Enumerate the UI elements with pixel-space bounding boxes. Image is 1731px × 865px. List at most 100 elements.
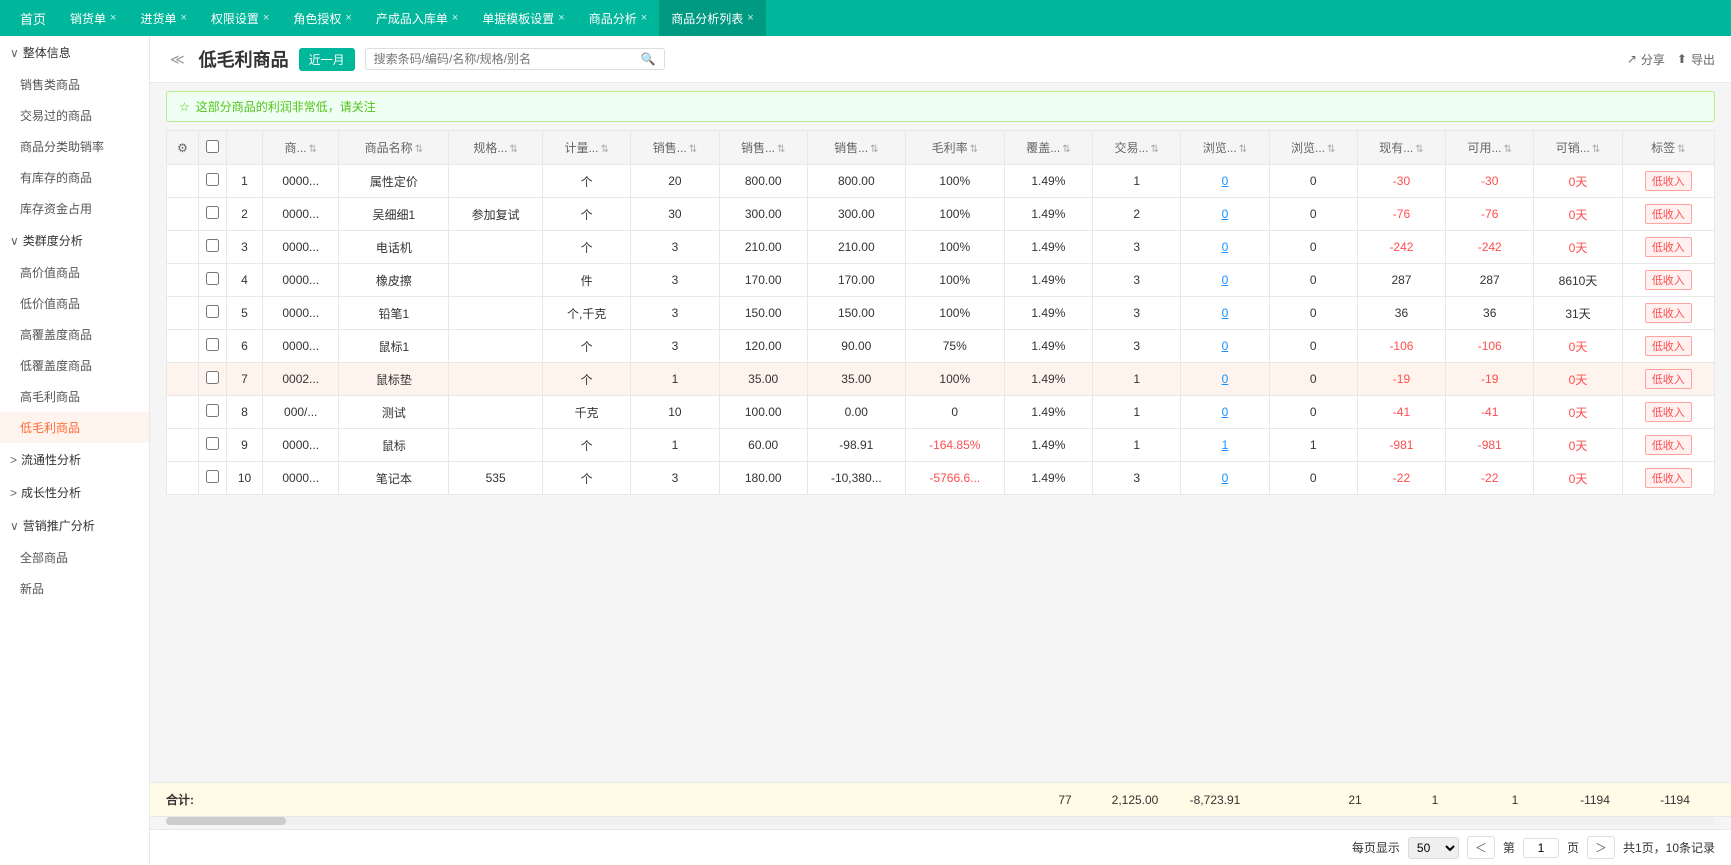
col-spec[interactable]: 规格...⇅ (449, 131, 543, 165)
sidebar-item-low-coverage[interactable]: 低覆盖度商品 (0, 350, 149, 381)
settings-icon[interactable]: ⚙ (177, 141, 188, 155)
prev-page-btn[interactable]: ＜ (1467, 836, 1495, 859)
row-checkbox-cell[interactable] (199, 165, 227, 198)
nav-goods-list-close[interactable]: × (747, 12, 753, 24)
sidebar-item-category-rate[interactable]: 商品分类助销率 (0, 131, 149, 162)
sidebar-item-all-goods[interactable]: 全部商品 (0, 542, 149, 573)
nav-template[interactable]: 单据模板设置 × (470, 0, 576, 36)
col-settings[interactable]: ⚙ (167, 131, 199, 165)
search-icon[interactable]: 🔍 (641, 52, 656, 66)
sidebar-item-high-coverage[interactable]: 高覆盖度商品 (0, 319, 149, 350)
row-checkbox-cell[interactable] (199, 231, 227, 264)
col-sales-amount[interactable]: 销售...⇅ (807, 131, 905, 165)
share-btn[interactable]: ↗ 分享 (1627, 51, 1665, 68)
sidebar-item-stock-capital[interactable]: 库存资金占用 (0, 193, 149, 224)
nav-goods-list[interactable]: 商品分析列表 × (659, 0, 765, 36)
col-tag[interactable]: 标签⇅ (1622, 131, 1714, 165)
row-browse1[interactable]: 0 (1181, 363, 1269, 396)
row-checkbox-cell[interactable] (199, 396, 227, 429)
col-current[interactable]: 现有...⇅ (1357, 131, 1445, 165)
export-btn[interactable]: ⬆ 导出 (1677, 51, 1715, 68)
row-checkbox[interactable] (206, 470, 219, 483)
footer-trans: 21 (1315, 793, 1395, 807)
row-tag: 低收入 (1622, 198, 1714, 231)
search-input[interactable] (374, 52, 637, 66)
horizontal-scrollbar[interactable] (166, 817, 1715, 825)
collapse-sidebar-btn[interactable]: ≪ (166, 49, 189, 70)
sidebar-item-high-value[interactable]: 高价值商品 (0, 257, 149, 288)
col-sales-qty[interactable]: 销售...⇅ (631, 131, 719, 165)
time-filter-btn[interactable]: 近一月 (299, 48, 355, 71)
row-browse1[interactable]: 0 (1181, 165, 1269, 198)
nav-sales-close[interactable]: × (110, 12, 116, 24)
nav-goods-close[interactable]: × (641, 12, 647, 24)
row-browse1[interactable]: 0 (1181, 330, 1269, 363)
row-browse1[interactable]: 0 (1181, 462, 1269, 495)
row-checkbox-cell[interactable] (199, 198, 227, 231)
row-coverage: 1.49% (1004, 330, 1092, 363)
col-trans[interactable]: 交易...⇅ (1093, 131, 1181, 165)
row-checkbox[interactable] (206, 404, 219, 417)
sidebar-item-traded-goods[interactable]: 交易过的商品 (0, 100, 149, 131)
sidebar-group-marketing[interactable]: ∨ 营销推广分析 (0, 509, 149, 542)
row-checkbox[interactable] (206, 206, 219, 219)
nav-home[interactable]: 首页 (8, 0, 58, 36)
sidebar-item-new-goods[interactable]: 新品 (0, 573, 149, 604)
col-saleable[interactable]: 可销...⇅ (1534, 131, 1622, 165)
row-browse1[interactable]: 0 (1181, 198, 1269, 231)
col-browse2[interactable]: 浏览...⇅ (1269, 131, 1357, 165)
row-checkbox-cell[interactable] (199, 330, 227, 363)
sidebar-group-overall[interactable]: ∨ 整体信息 (0, 36, 149, 69)
col-coverage[interactable]: 覆盖...⇅ (1004, 131, 1092, 165)
nav-goods-analysis[interactable]: 商品分析 × (577, 0, 659, 36)
sidebar-item-sales-goods[interactable]: 销售类商品 (0, 69, 149, 100)
page-input[interactable] (1523, 838, 1559, 858)
nav-purchase-close[interactable]: × (180, 12, 186, 24)
row-checkbox[interactable] (206, 437, 219, 450)
col-sales-price[interactable]: 销售...⇅ (719, 131, 807, 165)
select-all-checkbox[interactable] (206, 140, 219, 153)
row-checkbox-cell[interactable] (199, 264, 227, 297)
row-checkbox[interactable] (206, 371, 219, 384)
per-page-select[interactable]: 50 100 (1408, 837, 1459, 859)
nav-permission[interactable]: 权限设置 × (199, 0, 281, 36)
row-checkbox[interactable] (206, 173, 219, 186)
nav-product-in[interactable]: 产成品入库单 × (364, 0, 470, 36)
col-unit[interactable]: 计量...⇅ (543, 131, 631, 165)
sidebar-group-flow[interactable]: > 流通性分析 (0, 443, 149, 476)
row-sales-price: 180.00 (719, 462, 807, 495)
row-checkbox-cell[interactable] (199, 297, 227, 330)
sidebar-item-high-profit[interactable]: 高毛利商品 (0, 381, 149, 412)
nav-product-in-close[interactable]: × (452, 12, 458, 24)
table-body: 1 0000... 属性定价 个 20 800.00 800.00 100% 1… (167, 165, 1715, 495)
nav-template-close[interactable]: × (558, 12, 564, 24)
nav-purchase[interactable]: 进货单 × (128, 0, 198, 36)
row-browse1[interactable]: 0 (1181, 297, 1269, 330)
nav-role[interactable]: 角色授权 × (281, 0, 363, 36)
row-checkbox-cell[interactable] (199, 462, 227, 495)
sidebar-item-low-profit[interactable]: 低毛利商品 (0, 412, 149, 443)
row-checkbox[interactable] (206, 239, 219, 252)
nav-permission-close[interactable]: × (263, 12, 269, 24)
row-browse1[interactable]: 0 (1181, 264, 1269, 297)
col-gross-rate[interactable]: 毛利率⇅ (905, 131, 1004, 165)
row-browse1[interactable]: 0 (1181, 396, 1269, 429)
nav-role-close[interactable]: × (345, 12, 351, 24)
col-available[interactable]: 可用...⇅ (1446, 131, 1534, 165)
row-browse1[interactable]: 0 (1181, 231, 1269, 264)
row-checkbox[interactable] (206, 338, 219, 351)
sidebar-group-cluster[interactable]: ∨ 类群度分析 (0, 224, 149, 257)
nav-sales[interactable]: 销货单 × (58, 0, 128, 36)
row-checkbox[interactable] (206, 305, 219, 318)
sidebar-group-growth[interactable]: > 成长性分析 (0, 476, 149, 509)
col-browse1[interactable]: 浏览...⇅ (1181, 131, 1269, 165)
row-browse1[interactable]: 1 (1181, 429, 1269, 462)
next-page-btn[interactable]: ＞ (1587, 836, 1615, 859)
row-checkbox-cell[interactable] (199, 429, 227, 462)
row-checkbox-cell[interactable] (199, 363, 227, 396)
sidebar-item-stock-goods[interactable]: 有库存的商品 (0, 162, 149, 193)
col-code[interactable]: 商...⇅ (263, 131, 339, 165)
row-checkbox[interactable] (206, 272, 219, 285)
col-name[interactable]: 商品名称⇅ (339, 131, 449, 165)
sidebar-item-low-value[interactable]: 低价值商品 (0, 288, 149, 319)
